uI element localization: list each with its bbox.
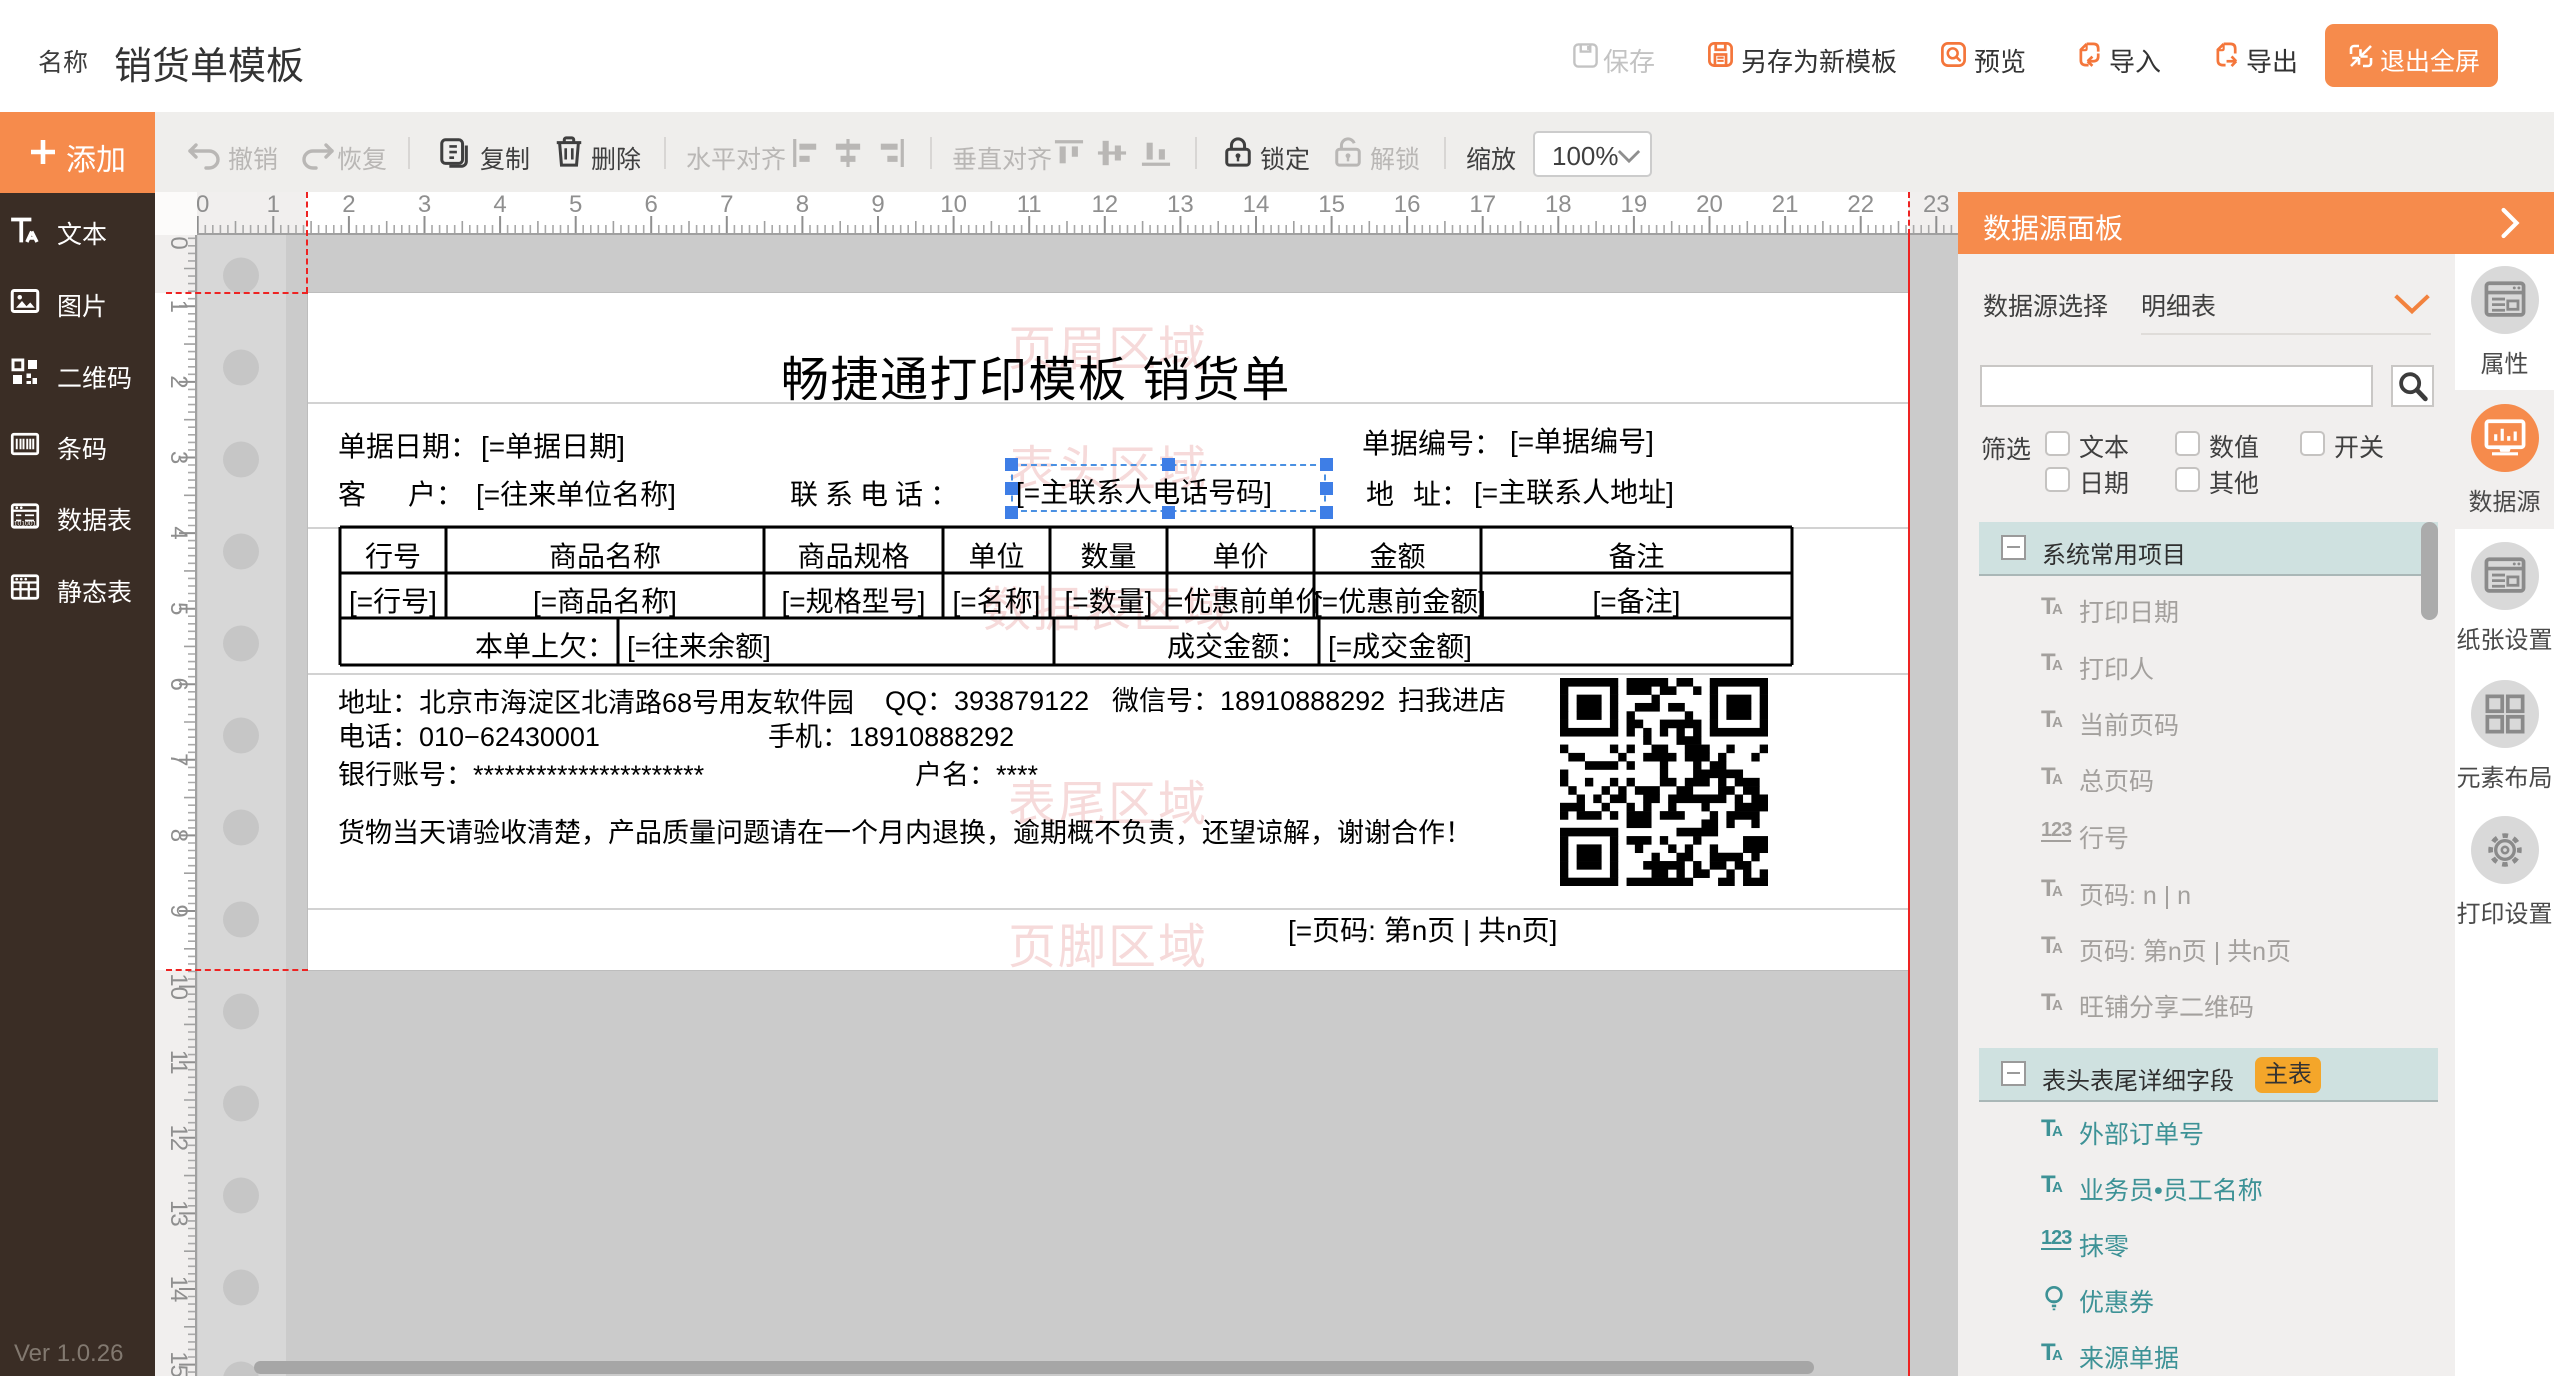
- svg-text:6: 6: [165, 678, 192, 691]
- svg-text:3: 3: [165, 451, 192, 464]
- svg-text:15: 15: [1318, 192, 1345, 218]
- svg-text:2: 2: [342, 192, 355, 218]
- svg-text:12: 12: [1091, 192, 1118, 218]
- svg-text:16: 16: [1394, 192, 1421, 218]
- svg-text:1: 1: [267, 192, 280, 218]
- svg-text:8: 8: [165, 829, 192, 842]
- svg-text:21: 21: [1772, 192, 1799, 218]
- svg-text:14: 14: [165, 1276, 192, 1303]
- svg-text:18: 18: [1545, 192, 1572, 218]
- svg-text:13: 13: [1167, 192, 1194, 218]
- svg-text:23: 23: [1923, 192, 1950, 218]
- svg-text:10: 10: [165, 973, 192, 1000]
- svg-text:11: 11: [165, 1050, 192, 1075]
- svg-text:7: 7: [720, 192, 733, 218]
- svg-text:14: 14: [1243, 192, 1270, 218]
- svg-text:17: 17: [1469, 192, 1496, 218]
- svg-text:13: 13: [165, 1200, 192, 1227]
- svg-text:19: 19: [1621, 192, 1648, 218]
- svg-text:22: 22: [1847, 192, 1874, 218]
- svg-text:1: 1: [165, 300, 192, 313]
- svg-text:12: 12: [165, 1124, 192, 1151]
- svg-text:20: 20: [1696, 192, 1723, 218]
- svg-text:3: 3: [418, 192, 431, 218]
- svg-text:6: 6: [645, 192, 658, 218]
- svg-text:9: 9: [165, 904, 192, 917]
- svg-text:5: 5: [165, 602, 192, 615]
- svg-text:11: 11: [1017, 192, 1042, 218]
- svg-text:4: 4: [165, 526, 192, 539]
- svg-text:7: 7: [165, 753, 192, 766]
- svg-text:2: 2: [165, 375, 192, 388]
- svg-text:101001: 101001: [14, 520, 37, 527]
- svg-text:0: 0: [165, 236, 192, 249]
- svg-text:9: 9: [871, 192, 884, 218]
- svg-text:0: 0: [197, 192, 209, 218]
- svg-text:15: 15: [165, 1351, 192, 1376]
- svg-text:8: 8: [796, 192, 809, 218]
- svg-text:10: 10: [940, 192, 967, 218]
- svg-text:5: 5: [569, 192, 582, 218]
- svg-text:4: 4: [493, 192, 506, 218]
